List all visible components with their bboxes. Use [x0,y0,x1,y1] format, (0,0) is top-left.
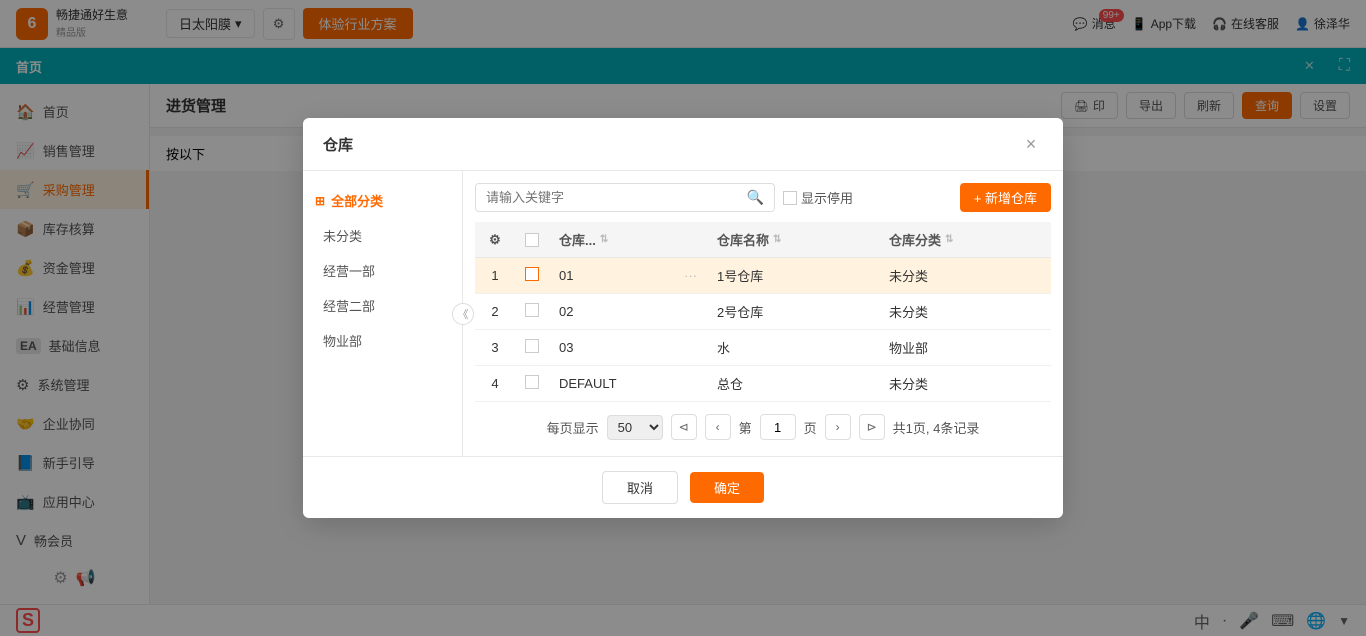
warehouse-modal: 仓库 × ⊞ 全部分类 未分类 经营一部 经营二部 物业部 《 🔍 [303,118,1063,518]
select-all-checkbox[interactable] [525,233,539,247]
per-page-select[interactable]: 50 100 200 [607,415,663,440]
search-input-wrap: 🔍 [475,183,775,212]
row-category: 物业部 [879,330,1051,366]
row-name: 水 [707,330,879,366]
row-code: 01 ··· [549,258,707,294]
search-input[interactable] [476,185,737,210]
table-row[interactable]: 2 02 2号仓库 未分类 [475,294,1051,330]
row-checkbox[interactable] [525,375,539,389]
confirm-button[interactable]: 确定 [690,472,764,503]
row-checkbox[interactable] [525,339,539,353]
grid-icon: ⊞ [315,194,325,208]
row-name: 2号仓库 [707,294,879,330]
table-header-row: ⚙ 仓库... ⇅ 仓库名称 [475,222,1051,258]
row-category: 未分类 [879,294,1051,330]
th-code: 仓库... ⇅ [549,222,707,258]
page-unit: 页 [804,418,817,437]
th-settings: ⚙ [475,222,515,258]
th-checkbox [515,222,549,258]
prev-page-button[interactable]: ‹ [705,414,731,440]
sort-code-icon: ⇅ [600,234,608,245]
per-page-label: 每页显示 [547,418,599,437]
row-checkbox-cell [515,294,549,330]
modal-body: ⊞ 全部分类 未分类 经营一部 经营二部 物业部 《 🔍 显示停用 [303,171,1063,456]
modal-footer: 取消 确定 [303,456,1063,518]
row-num: 1 [475,258,515,294]
warehouse-table: ⚙ 仓库... ⇅ 仓库名称 [475,222,1051,402]
row-checkbox[interactable] [525,303,539,317]
row-checkbox-cell [515,366,549,402]
table-row[interactable]: 4 DEFAULT 总仓 未分类 [475,366,1051,402]
category-item-unclassified[interactable]: 未分类 [303,218,462,253]
row-name: 1号仓库 [707,258,879,294]
category-item-ops1[interactable]: 经营一部 [303,253,462,288]
row-checkbox-cell [515,258,549,294]
row-num: 3 [475,330,515,366]
first-page-button[interactable]: ⊲ [671,414,697,440]
table-panel: 🔍 显示停用 + 新增仓库 ⚙ [463,171,1063,456]
row-num: 2 [475,294,515,330]
category-all[interactable]: ⊞ 全部分类 [303,183,462,218]
category-item-ops2[interactable]: 经营二部 [303,288,462,323]
pagination: 每页显示 50 100 200 ⊲ ‹ 第 页 › ⊳ 共1页, 4条记录 [475,402,1051,444]
row-code: 02 [549,294,707,330]
modal-title: 仓库 [323,134,353,155]
search-button[interactable]: 🔍 [737,184,774,211]
row-checkbox[interactable] [525,267,539,281]
th-name: 仓库名称 ⇅ [707,222,879,258]
cancel-button[interactable]: 取消 [602,471,678,504]
show-disabled-checkbox[interactable] [783,191,797,205]
modal-header: 仓库 × [303,118,1063,171]
page-number-input[interactable] [760,414,796,440]
row-num: 4 [475,366,515,402]
sort-name-icon: ⇅ [773,234,781,245]
row-checkbox-cell [515,330,549,366]
category-panel: ⊞ 全部分类 未分类 经营一部 经营二部 物业部 《 [303,171,463,456]
table-row[interactable]: 1 01 ··· 1号仓库 未分类 [475,258,1051,294]
show-disabled-text: 显示停用 [801,188,853,207]
table-body: 1 01 ··· 1号仓库 未分类 2 02 2号仓库 未分类 3 03 水 物… [475,258,1051,402]
row-category: 未分类 [879,258,1051,294]
row-action-dots[interactable]: ··· [684,268,697,283]
row-code: 03 [549,330,707,366]
collapse-panel-button[interactable]: 《 [452,303,474,325]
show-disabled-label[interactable]: 显示停用 [783,188,853,207]
page-summary: 共1页, 4条记录 [893,418,980,437]
category-all-label: 全部分类 [331,191,383,210]
row-category: 未分类 [879,366,1051,402]
add-warehouse-button[interactable]: + 新增仓库 [960,183,1051,212]
last-page-button[interactable]: ⊳ [859,414,885,440]
table-header: ⚙ 仓库... ⇅ 仓库名称 [475,222,1051,258]
category-item-property[interactable]: 物业部 [303,323,462,358]
modal-close-button[interactable]: × [1019,132,1043,156]
row-name: 总仓 [707,366,879,402]
next-page-button[interactable]: › [825,414,851,440]
page-label: 第 [739,418,752,437]
row-code: DEFAULT [549,366,707,402]
th-category: 仓库分类 ⇅ [879,222,1051,258]
table-row[interactable]: 3 03 水 物业部 [475,330,1051,366]
sort-category-icon: ⇅ [945,234,953,245]
table-toolbar: 🔍 显示停用 + 新增仓库 [475,183,1051,212]
